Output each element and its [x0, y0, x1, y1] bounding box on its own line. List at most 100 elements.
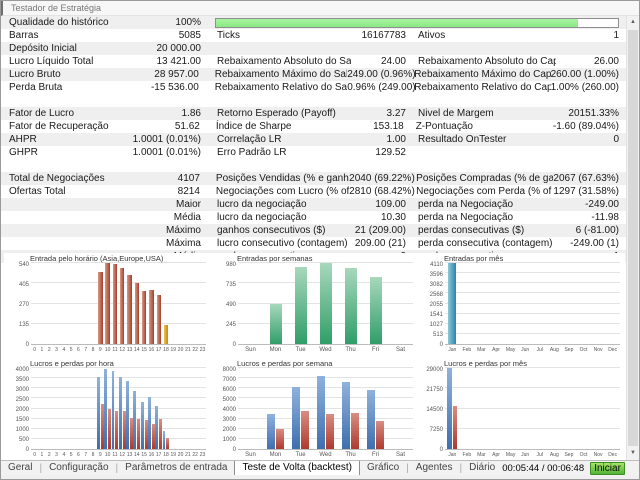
y-tick-label: 3082 — [429, 282, 443, 289]
x-tick-label: Jan — [448, 347, 457, 353]
stat-label: Erro Padrão LR — [217, 147, 287, 158]
stat-value: 209.00 (21) — [354, 238, 406, 249]
strategy-tester-window: Testador de Estratégia Qualidade do hist… — [0, 0, 640, 480]
chart-plot — [31, 262, 206, 345]
bar-slot — [82, 368, 89, 449]
bar-17 — [155, 406, 159, 449]
tab-gr-fico[interactable]: Gráfico — [360, 461, 406, 476]
x-tick-label: 23 — [199, 347, 206, 353]
stat-value: 109.00 — [375, 199, 406, 210]
bar-slot — [82, 263, 89, 344]
bar-slot — [38, 263, 45, 344]
stat-value: Máxima — [165, 238, 201, 249]
bar-11 — [112, 263, 118, 344]
bar-slot — [489, 368, 504, 449]
y-tick-label: 29000 — [426, 367, 443, 373]
stat-row: Lucro Bruto 28 957.00 Rebaixamento Máximo … — [1, 68, 626, 81]
stat-label: lucro da negociação — [217, 199, 307, 210]
stat-label: Qualidade do histórico — [9, 17, 109, 28]
bar-slot — [177, 263, 184, 344]
bar-slot — [460, 368, 475, 449]
x-tick-label: 0 — [33, 347, 37, 353]
bar-slot — [547, 368, 562, 449]
bar-Wed — [326, 414, 334, 449]
bar-16 — [147, 396, 151, 449]
stat-label: Ativos — [418, 30, 446, 41]
bar-slot — [126, 263, 133, 344]
tab-geral[interactable]: Geral — [1, 461, 39, 476]
stat-label: Perda Bruta — [9, 82, 63, 93]
y-tick-label: 14500 — [426, 407, 443, 413]
tab-agentes[interactable]: Agentes — [409, 461, 460, 476]
y-tick-label: 4110 — [430, 262, 443, 268]
chart-2: Entradas por mês 0 513 1027 1541 2055 2568 3082… — [418, 253, 625, 358]
x-tick-label: 1 — [40, 347, 44, 353]
stat-value: 21 (209.00) — [354, 225, 406, 236]
progress-bar — [215, 17, 619, 28]
tab-par-metros-de-entrada[interactable]: Parâmetros de entrada — [118, 461, 234, 476]
bar-slot — [155, 368, 163, 449]
bar-slot — [162, 368, 170, 449]
bar-slot — [75, 368, 82, 449]
chart-plot — [238, 262, 413, 345]
x-tick-label: 20 — [177, 347, 184, 353]
bar-10 — [104, 369, 108, 449]
chart-4: Lucros e perdas por semana 0 1000 2000 3000 4… — [211, 358, 418, 463]
tab-bar: Geral | Configuração | Parâmetros de entrada… — [1, 460, 639, 476]
x-tick-label: Sun — [245, 347, 256, 353]
x-tick-label: 14 — [134, 347, 140, 353]
bar-slot — [155, 263, 162, 344]
bar-slot — [53, 263, 60, 344]
stat-value: -249.00 — [585, 199, 619, 210]
bar-18 — [162, 430, 166, 449]
stat-label: AHPR — [9, 134, 37, 145]
y-tick-label: 1000 — [15, 427, 29, 433]
stat-value: 1.86 — [181, 108, 201, 119]
bar-Mon — [269, 304, 282, 344]
bar-slot — [104, 368, 112, 449]
y-tick-label: 4000 — [222, 407, 236, 413]
x-tick-label: 4 — [62, 347, 66, 353]
scroll-down-icon[interactable]: ▼ — [627, 447, 639, 460]
stat-row: Lucro Líquido Total 13 421.00 Rebaixamento… — [1, 55, 626, 68]
stat-row: Depósito Inicial 20 000.00 — [1, 42, 626, 55]
tab-configura-o[interactable]: Configuração — [42, 461, 115, 476]
x-tick-label: Fri — [372, 347, 379, 353]
bar-9 — [98, 272, 103, 344]
y-tick-label: 513 — [432, 332, 443, 339]
bar-slot — [503, 263, 518, 344]
y-tick-label: 2500 — [15, 397, 29, 403]
tab-di-rio[interactable]: Diário — [462, 461, 502, 476]
bar-Tue — [294, 267, 307, 344]
bar-12 — [118, 377, 122, 449]
start-button[interactable]: Iniciar — [590, 461, 625, 475]
stat-label: Lucro Líquido Total — [9, 56, 94, 67]
stat-label: lucro da negociação — [217, 212, 307, 223]
scroll-up-icon[interactable]: ▲ — [627, 16, 639, 29]
bar-14 — [134, 282, 139, 344]
bar-Fri — [367, 390, 375, 449]
stat-row: Barras 5085 Ticks 16167783 Ativos 1 — [1, 29, 626, 42]
chart-title: Entrada pelo horário (Asia,Europe,USA) — [30, 254, 164, 263]
stat-value: 1.0001 (0.01%) — [132, 147, 201, 158]
stat-label: Rebaixamento Absoluto do Saldo — [217, 56, 351, 67]
scrollbar-thumb[interactable] — [628, 30, 638, 446]
y-tick-label: 0 — [25, 342, 29, 348]
stat-value: Maior — [175, 199, 201, 210]
tab-teste-de-volta-backtest[interactable]: Teste de Volta (backtest) — [234, 460, 360, 476]
stat-row: Máximo ganhos consecutivos ($) 21 (209.00)… — [1, 224, 626, 237]
bar-Thu — [351, 412, 359, 449]
y-tick-label: 2568 — [429, 292, 443, 299]
y-tick-label: 0 — [439, 342, 443, 348]
stat-label: Retorno Esperado (Payoff) — [217, 108, 336, 119]
y-tick-label: 735 — [225, 282, 236, 288]
bar-slot — [489, 263, 504, 344]
vertical-scrollbar[interactable]: ▲ ▼ — [626, 16, 639, 460]
bar-15 — [140, 402, 144, 449]
chart-plot — [238, 367, 413, 450]
bar-Mon — [276, 429, 284, 449]
bar-slot — [288, 263, 313, 344]
stat-label: Negociações com Lucro (% of total) — [215, 186, 350, 197]
bar-slot — [89, 263, 96, 344]
bar-slot — [263, 368, 288, 449]
